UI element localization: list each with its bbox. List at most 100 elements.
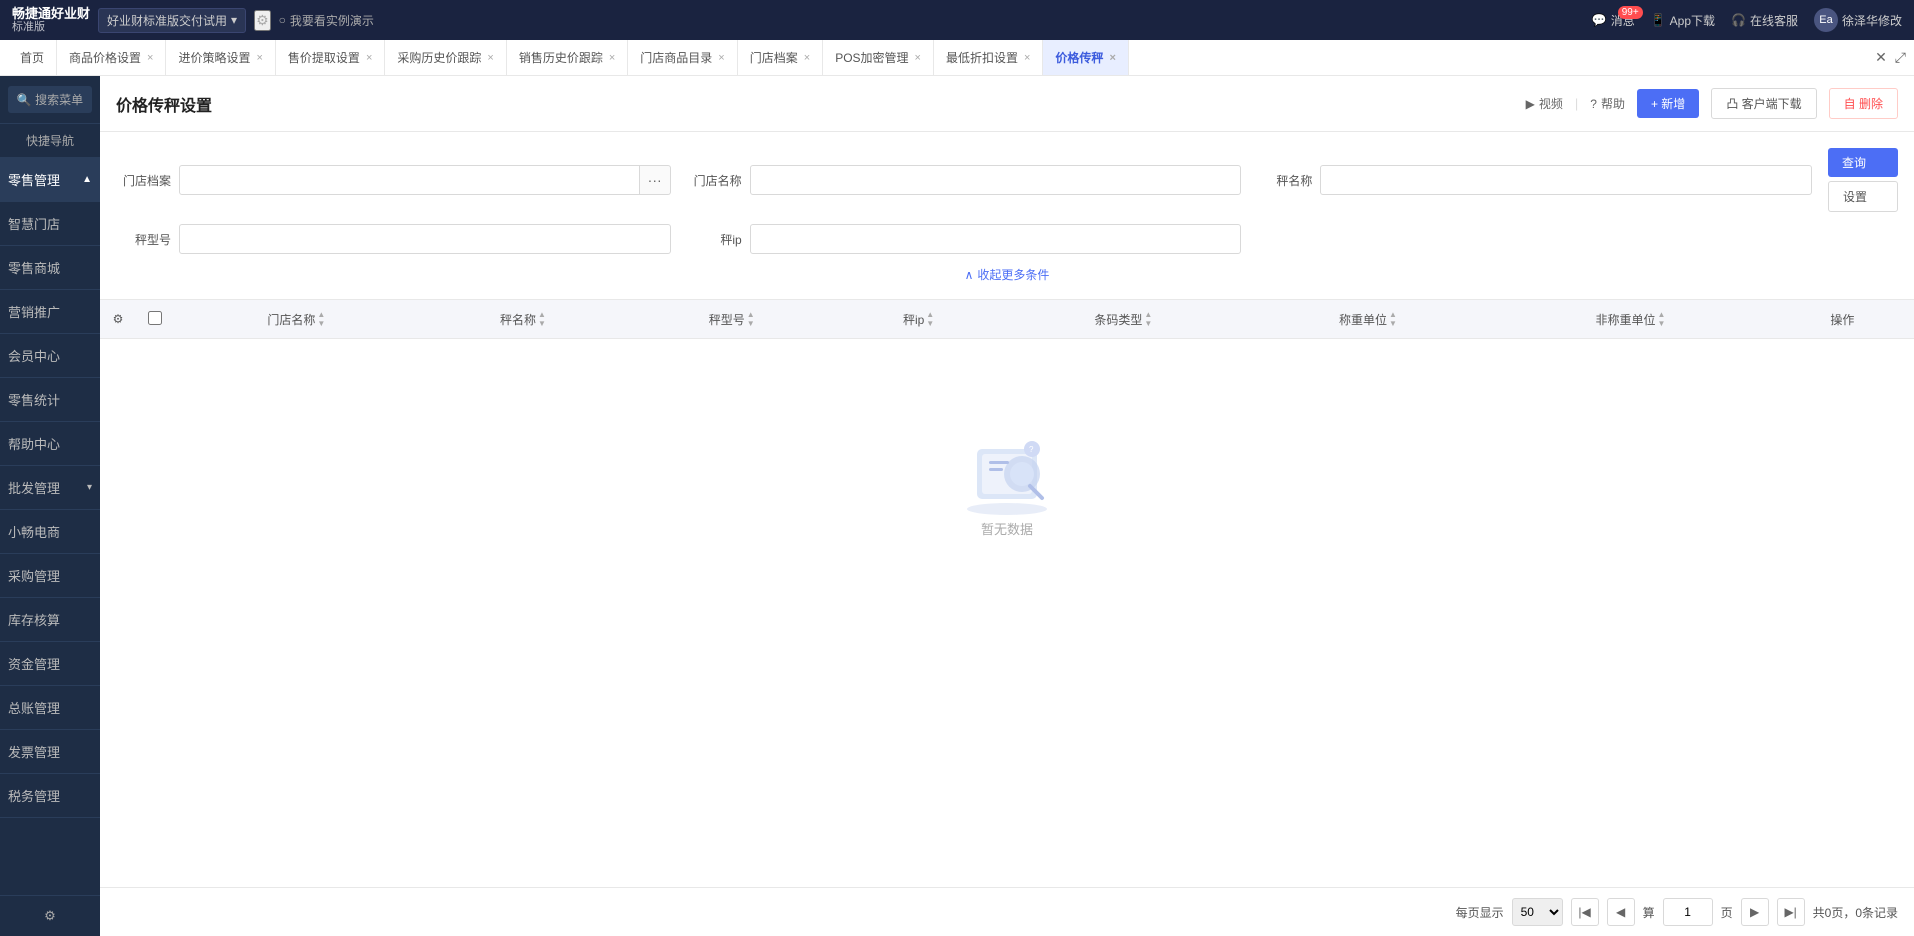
sidebar-item-inventory[interactable]: 库存核算 <box>0 598 100 642</box>
header-actions: ▶ 视频 | ? 帮助 + 新增 凸 客户端下载 自 删除 <box>1526 88 1898 119</box>
sidebar-item-purchase[interactable]: 采购管理 <box>0 554 100 598</box>
help-link[interactable]: ? 帮助 <box>1590 95 1625 112</box>
total-info: 共0页，0条记录 <box>1813 904 1898 921</box>
tab-store-catalog[interactable]: 门店商品目录 × <box>628 40 737 76</box>
page-size-select[interactable]: 50 10 20 100 <box>1512 898 1563 926</box>
download-button[interactable]: 凸 客户端下载 <box>1711 88 1816 119</box>
sidebar-item-accounting[interactable]: 总账管理 <box>0 686 100 730</box>
first-page-button[interactable]: |◀ <box>1571 898 1599 926</box>
page-label-after: 页 <box>1721 904 1733 921</box>
sidebar-item-retail[interactable]: 零售管理 ▲ <box>0 158 100 202</box>
sidebar-item-retail-stats[interactable]: 零售统计 <box>0 378 100 422</box>
close-tab-purchase-strategy[interactable]: × <box>256 52 262 64</box>
tab-price-scale[interactable]: 价格传秤 × <box>1043 40 1128 76</box>
tab-bar-actions: ✕ ⤢ <box>1875 49 1906 66</box>
table-header-weight-unit[interactable]: 称重单位 ▲▼ <box>1246 300 1491 339</box>
close-tab-pos-manage[interactable]: × <box>915 52 921 64</box>
add-button[interactable]: + 新增 <box>1637 89 1699 118</box>
search-button[interactable]: 查询 <box>1828 148 1898 177</box>
table-header-settings[interactable]: ⚙ <box>100 300 136 339</box>
sidebar-settings-button[interactable]: ⚙ <box>0 895 100 936</box>
table-header-check[interactable] <box>136 300 174 339</box>
close-tab-purchase-history[interactable]: × <box>487 52 493 64</box>
delete-button[interactable]: 自 删除 <box>1829 88 1898 119</box>
app-settings-button[interactable]: ⚙ <box>254 10 271 31</box>
table-header-non-weight-unit[interactable]: 非称重单位 ▲▼ <box>1490 300 1770 339</box>
sidebar-item-help[interactable]: 帮助中心 <box>0 422 100 466</box>
sidebar-item-member[interactable]: 会员中心 <box>0 334 100 378</box>
tab-bar: 首页 商品价格设置 × 进价策略设置 × 售价提取设置 × 采购历史价跟踪 × … <box>0 40 1914 76</box>
next-page-button[interactable]: ▶ <box>1741 898 1769 926</box>
sidebar-item-retail-mall[interactable]: 零售商城 <box>0 246 100 290</box>
settings-search-button[interactable]: 设置 <box>1828 181 1898 212</box>
top-bar-left: 畅捷通好业财 标准版 好业财标准版交付试用 ▾ ⚙ ○ 我要看实例演示 <box>12 6 374 35</box>
close-tab-store-profile[interactable]: × <box>804 52 810 64</box>
scale-model-field: 秤型号 <box>116 224 671 254</box>
content-area: 价格传秤设置 ▶ 视频 | ? 帮助 + 新增 凸 客户端下载 自 <box>100 76 1914 936</box>
version-select[interactable]: 好业财标准版交付试用 ▾ <box>98 8 246 33</box>
expand-arrow-wholesale-icon: ▾ <box>87 482 92 493</box>
scale-ip-field: 秤ip <box>687 224 1242 254</box>
page-label-before: 算 <box>1643 904 1655 921</box>
tab-store-profile[interactable]: 门店档案 × <box>738 40 823 76</box>
main-layout: 🔍 搜索菜单 快捷导航 零售管理 ▲ 智慧门店 零售商城 营销推广 会员中心 零… <box>0 76 1914 936</box>
tab-purchase-history[interactable]: 采购历史价跟踪 × <box>385 40 506 76</box>
store-profile-extra-button[interactable]: ··· <box>640 165 671 195</box>
tab-home[interactable]: 首页 <box>8 40 57 76</box>
tab-min-discount[interactable]: 最低折扣设置 × <box>934 40 1043 76</box>
demo-link[interactable]: ○ 我要看实例演示 <box>279 12 374 29</box>
store-profile-input[interactable] <box>179 165 640 195</box>
empty-state: ? 暂无数据 <box>100 339 1914 618</box>
collapse-bar: ∧ 收起更多条件 <box>116 266 1898 283</box>
sidebar-item-wholesale[interactable]: 批发管理 ▾ <box>0 466 100 510</box>
store-name-label: 门店名称 <box>687 172 742 189</box>
data-table: ⚙ 门店名称 ▲▼ 秤名称 <box>100 300 1914 618</box>
sidebar-item-tax[interactable]: 税务管理 <box>0 774 100 818</box>
close-all-tabs-button[interactable]: ✕ <box>1875 49 1887 66</box>
scale-ip-input[interactable] <box>750 224 1242 254</box>
close-tab-product-price[interactable]: × <box>147 52 153 64</box>
tab-sale-price[interactable]: 售价提取设置 × <box>276 40 385 76</box>
close-tab-price-scale[interactable]: × <box>1109 52 1115 64</box>
tab-purchase-strategy[interactable]: 进价策略设置 × <box>166 40 275 76</box>
expand-arrow-icon: ▲ <box>82 174 92 185</box>
scale-ip-label: 秤ip <box>687 231 742 248</box>
scale-model-input[interactable] <box>179 224 671 254</box>
online-service-button[interactable]: 🎧 在线客服 <box>1731 12 1798 29</box>
maximize-button[interactable]: ⤢ <box>1895 49 1906 66</box>
scale-name-field: 秤名称 <box>1257 165 1812 195</box>
table-header-store-name[interactable]: 门店名称 ▲▼ <box>174 300 419 339</box>
select-all-checkbox[interactable] <box>148 311 162 325</box>
scale-name-input[interactable] <box>1320 165 1812 195</box>
close-tab-store-catalog[interactable]: × <box>718 52 724 64</box>
store-profile-field: 门店档案 ··· <box>116 165 671 195</box>
user-area[interactable]: Ea 徐泽华修改 <box>1814 8 1902 32</box>
page-number-input[interactable] <box>1663 898 1713 926</box>
collapse-button[interactable]: ∧ 收起更多条件 <box>965 266 1050 283</box>
sidebar-item-finance[interactable]: 资金管理 <box>0 642 100 686</box>
tab-sale-history[interactable]: 销售历史价跟踪 × <box>507 40 628 76</box>
table-header-scale-ip[interactable]: 秤ip ▲▼ <box>836 300 1001 339</box>
app-download-button[interactable]: 📱 App下载 <box>1651 12 1715 29</box>
tab-pos-manage[interactable]: POS加密管理 × <box>823 40 934 76</box>
quick-nav-button[interactable]: 快捷导航 <box>26 134 74 148</box>
last-page-button[interactable]: ▶| <box>1777 898 1805 926</box>
sidebar-item-smart-store[interactable]: 智慧门店 <box>0 202 100 246</box>
close-tab-min-discount[interactable]: × <box>1024 52 1030 64</box>
prev-page-button[interactable]: ◀ <box>1607 898 1635 926</box>
close-tab-sale-history[interactable]: × <box>609 52 615 64</box>
store-name-input[interactable] <box>750 165 1242 195</box>
table-header-scale-model[interactable]: 秤型号 ▲▼ <box>627 300 836 339</box>
search-form: 门店档案 ··· 门店名称 秤名称 查询 <box>100 132 1914 300</box>
tab-product-price[interactable]: 商品价格设置 × <box>57 40 166 76</box>
table-header-scale-name[interactable]: 秤名称 ▲▼ <box>419 300 628 339</box>
sidebar-item-ecommerce[interactable]: 小畅电商 <box>0 510 100 554</box>
table-header-barcode-type[interactable]: 条码类型 ▲▼ <box>1001 300 1246 339</box>
video-link[interactable]: ▶ 视频 <box>1526 95 1563 112</box>
message-button[interactable]: 💬 消息 99+ <box>1592 12 1635 29</box>
logo-sub: 标准版 <box>12 21 90 34</box>
search-menu-button[interactable]: 🔍 搜索菜单 <box>8 86 92 113</box>
sidebar-item-invoice[interactable]: 发票管理 <box>0 730 100 774</box>
close-tab-sale-price[interactable]: × <box>366 52 372 64</box>
sidebar-item-marketing[interactable]: 营销推广 <box>0 290 100 334</box>
